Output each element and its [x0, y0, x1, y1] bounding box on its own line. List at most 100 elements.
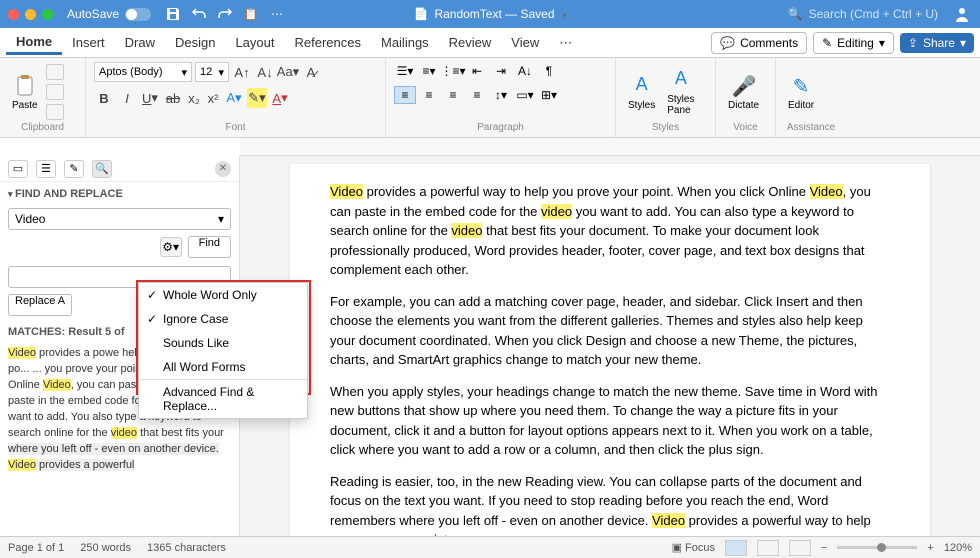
justify-button[interactable]: ≡: [466, 86, 488, 104]
align-center-button[interactable]: ≡: [418, 86, 440, 104]
cut-button[interactable]: [46, 64, 64, 80]
decrease-font-icon[interactable]: A↓: [255, 62, 275, 82]
ruler[interactable]: [240, 138, 980, 156]
web-layout-view[interactable]: [757, 540, 779, 556]
close-window[interactable]: [8, 9, 19, 20]
paragraph[interactable]: When you apply styles, your headings cha…: [330, 382, 890, 460]
tab-insert[interactable]: Insert: [62, 32, 115, 53]
autosave-toggle[interactable]: AutoSave: [67, 7, 151, 21]
paragraph[interactable]: Video provides a powerful way to help yo…: [330, 182, 890, 280]
multilevel-list-button[interactable]: ⋮≡▾: [442, 62, 464, 80]
increase-indent-button[interactable]: ⇥: [490, 62, 512, 80]
decrease-indent-button[interactable]: ⇤: [466, 62, 488, 80]
char-count[interactable]: 1365 characters: [147, 542, 226, 554]
menu-advanced-find[interactable]: Advanced Find & Replace...: [139, 380, 307, 418]
redo-icon[interactable]: [217, 6, 233, 22]
zoom-level[interactable]: 120%: [944, 542, 972, 554]
increase-font-icon[interactable]: A↑: [232, 62, 252, 82]
tab-overflow[interactable]: ⋯: [549, 32, 582, 54]
undo-icon[interactable]: [191, 6, 207, 22]
dictate-button[interactable]: 🎤Dictate: [724, 72, 763, 113]
menu-whole-word[interactable]: Whole Word Only: [139, 283, 307, 307]
italic-button[interactable]: I: [117, 88, 137, 108]
paragraph[interactable]: Reading is easier, too, in the new Readi…: [330, 472, 890, 537]
minimize-window[interactable]: [25, 9, 36, 20]
underline-button[interactable]: U▾: [140, 88, 160, 108]
align-right-button[interactable]: ≡: [442, 86, 464, 104]
menu-sounds-like[interactable]: Sounds Like: [139, 331, 307, 355]
sort-button[interactable]: A↓: [514, 62, 536, 80]
editor-icon: ✎: [789, 74, 813, 98]
tab-review[interactable]: Review: [439, 32, 502, 53]
document-area[interactable]: Video provides a powerful way to help yo…: [240, 156, 980, 536]
tab-design[interactable]: Design: [165, 32, 225, 53]
print-layout-view[interactable]: [725, 540, 747, 556]
menu-all-word-forms[interactable]: All Word Forms: [139, 355, 307, 379]
copy-button[interactable]: [46, 84, 64, 100]
menu-ignore-case[interactable]: Ignore Case: [139, 307, 307, 331]
word-count[interactable]: 250 words: [80, 542, 131, 554]
tab-references[interactable]: References: [285, 32, 371, 53]
reviewing-tab[interactable]: ✎: [64, 160, 84, 178]
styles-pane-button[interactable]: AStyles Pane: [663, 66, 698, 118]
search-box[interactable]: 🔍 Search (Cmd + Ctrl + U): [788, 7, 938, 21]
account-button[interactable]: [952, 4, 972, 24]
page-indicator[interactable]: Page 1 of 1: [8, 542, 64, 554]
find-settings-button[interactable]: ⚙▾: [160, 237, 182, 257]
clear-formatting-icon[interactable]: A̷: [301, 62, 321, 82]
superscript-button[interactable]: x²: [205, 88, 221, 108]
styles-button[interactable]: AStyles: [624, 72, 659, 113]
text-effects-button[interactable]: A▾: [224, 88, 244, 108]
tab-view[interactable]: View: [501, 32, 549, 53]
document-title[interactable]: 📄 RandomText — Saved: [413, 7, 566, 21]
group-label: Clipboard: [8, 122, 77, 135]
search-tab[interactable]: 🔍: [92, 160, 112, 178]
find-input[interactable]: Video▾: [8, 208, 231, 230]
shading-button[interactable]: ▭▾: [514, 86, 536, 104]
close-sidebar-button[interactable]: ✕: [215, 161, 231, 177]
paste-button[interactable]: Paste: [8, 72, 42, 113]
paragraph[interactable]: For example, you can add a matching cove…: [330, 292, 890, 370]
find-button[interactable]: Find: [188, 236, 231, 258]
tab-home[interactable]: Home: [6, 31, 62, 55]
tab-mailings[interactable]: Mailings: [371, 32, 439, 53]
editor-button[interactable]: ✎Editor: [784, 72, 818, 113]
borders-button[interactable]: ⊞▾: [538, 86, 560, 104]
chevron-down-icon[interactable]: ▾: [218, 212, 224, 226]
paste-qat-icon[interactable]: 📋: [243, 6, 259, 22]
share-button[interactable]: ⇪ Share ▾: [900, 33, 974, 53]
outline-view[interactable]: [789, 540, 811, 556]
bold-button[interactable]: B: [94, 88, 114, 108]
tab-draw[interactable]: Draw: [115, 32, 165, 53]
page[interactable]: Video provides a powerful way to help yo…: [290, 164, 930, 536]
subscript-button[interactable]: x₂: [186, 88, 202, 108]
focus-mode-button[interactable]: ▣ Focus: [672, 541, 715, 554]
font-name-combo[interactable]: Aptos (Body)▾: [94, 62, 192, 82]
save-icon[interactable]: [165, 6, 181, 22]
format-painter-button[interactable]: [46, 104, 64, 120]
align-left-button[interactable]: ≡: [394, 86, 416, 104]
zoom-slider[interactable]: [837, 546, 917, 549]
strikethrough-button[interactable]: ab: [163, 88, 183, 108]
zoom-in-button[interactable]: +: [927, 542, 933, 554]
bullets-button[interactable]: ☰▾: [394, 62, 416, 80]
thumbnails-tab[interactable]: ▭: [8, 160, 28, 178]
highlight-button[interactable]: ✎▾: [247, 88, 267, 108]
ellipsis-icon[interactable]: ⋯: [269, 6, 285, 22]
headings-tab[interactable]: ☰: [36, 160, 56, 178]
show-marks-button[interactable]: ¶: [538, 62, 560, 80]
zoom-out-button[interactable]: −: [821, 542, 827, 554]
editing-mode-button[interactable]: ✎ Editing ▾: [813, 32, 894, 54]
maximize-window[interactable]: [42, 9, 53, 20]
comments-button[interactable]: 💬 Comments: [711, 32, 807, 54]
numbering-button[interactable]: ≡▾: [418, 62, 440, 80]
replace-all-button[interactable]: Replace A: [8, 294, 72, 316]
tab-layout[interactable]: Layout: [225, 32, 284, 53]
line-spacing-button[interactable]: ↕▾: [490, 86, 512, 104]
font-color-button[interactable]: A▾: [270, 88, 290, 108]
change-case-icon[interactable]: Aa▾: [278, 62, 298, 82]
find-replace-header[interactable]: FIND AND REPLACE: [0, 182, 239, 206]
font-size-combo[interactable]: 12▾: [195, 62, 229, 82]
toggle-switch[interactable]: [125, 8, 151, 21]
styles-pane-icon: A: [669, 68, 693, 92]
